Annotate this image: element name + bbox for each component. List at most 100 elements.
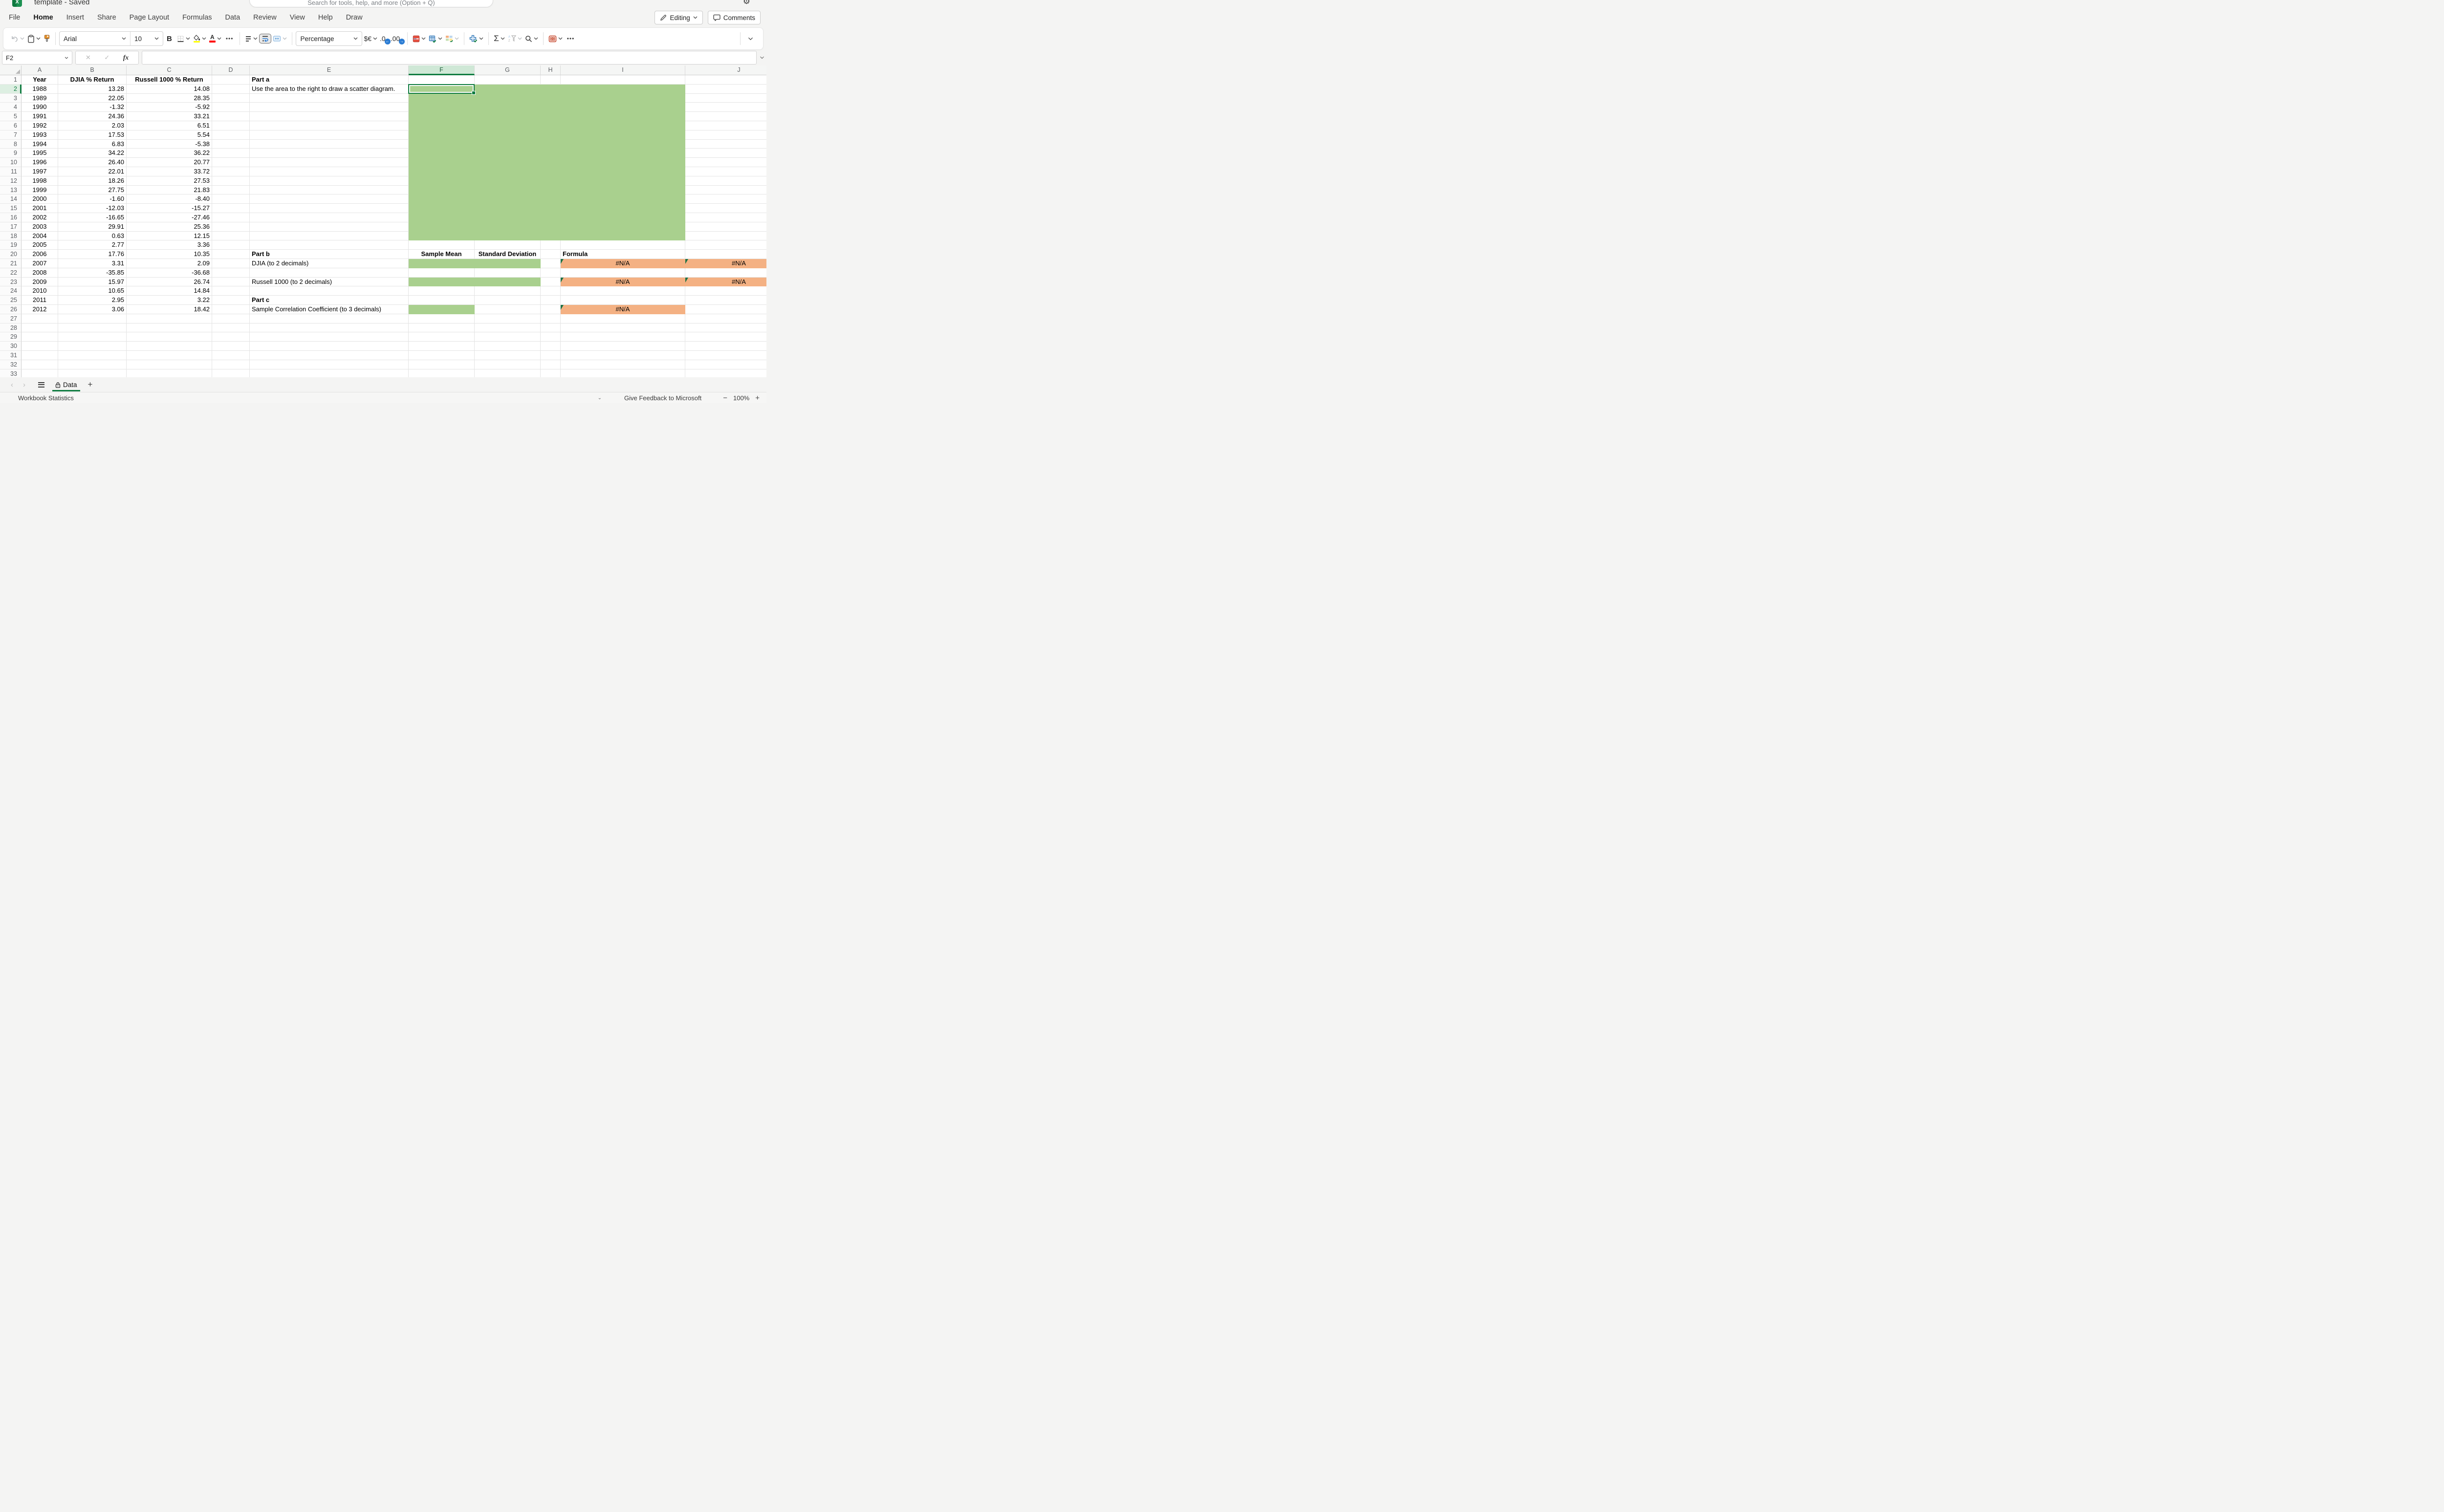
cell-A19[interactable]: 2005 xyxy=(22,240,58,250)
cell-F21[interactable] xyxy=(409,259,475,268)
cell-G7[interactable] xyxy=(475,130,541,140)
cell-J24[interactable] xyxy=(685,286,766,296)
cell-J25[interactable] xyxy=(685,296,766,305)
cell-C4[interactable]: -5.92 xyxy=(127,103,212,112)
find-button[interactable] xyxy=(524,33,540,44)
cell-C2[interactable]: 14.08 xyxy=(127,84,212,94)
cell-F8[interactable] xyxy=(409,139,475,149)
cell-C1[interactable]: Russell 1000 % Return xyxy=(127,75,212,85)
currency-format-button[interactable]: $€ xyxy=(362,33,379,44)
cell-B20[interactable]: 17.76 xyxy=(58,250,127,259)
cell-D10[interactable] xyxy=(212,158,250,167)
cell-B16[interactable]: -16.65 xyxy=(58,213,127,222)
tab-review[interactable]: Review xyxy=(253,14,277,22)
status-chevron-icon[interactable]: ⌄ xyxy=(598,395,602,401)
cell-D20[interactable] xyxy=(212,250,250,259)
cell-A32[interactable] xyxy=(22,360,58,369)
zoom-in-button[interactable]: + xyxy=(755,394,760,402)
cell-E9[interactable] xyxy=(250,149,409,158)
cell-F33[interactable] xyxy=(409,369,475,377)
cell-J14[interactable] xyxy=(685,194,766,204)
zoom-out-button[interactable]: − xyxy=(723,394,727,402)
cell-E21[interactable]: DJIA (to 2 decimals) xyxy=(250,259,409,268)
sheet-tab-data[interactable]: Data xyxy=(51,377,81,392)
cell-I22[interactable] xyxy=(561,268,685,278)
cell-E27[interactable] xyxy=(250,314,409,324)
cell-C32[interactable] xyxy=(127,360,212,369)
cell-H25[interactable] xyxy=(541,296,561,305)
cell-F18[interactable] xyxy=(409,231,475,241)
cell-A10[interactable]: 1996 xyxy=(22,158,58,167)
cell-G20[interactable]: Standard Deviation xyxy=(475,250,541,259)
fill-color-button[interactable] xyxy=(192,33,208,45)
cell-I15[interactable] xyxy=(561,204,685,213)
row-header-20[interactable]: 20 xyxy=(0,250,22,259)
cell-I29[interactable] xyxy=(561,332,685,342)
row-header-13[interactable]: 13 xyxy=(0,185,22,195)
row-header-10[interactable]: 10 xyxy=(0,158,22,167)
cell-A6[interactable]: 1992 xyxy=(22,121,58,130)
cell-C6[interactable]: 6.51 xyxy=(127,121,212,130)
cell-A7[interactable]: 1993 xyxy=(22,130,58,140)
cell-I4[interactable] xyxy=(561,103,685,112)
cell-B30[interactable] xyxy=(58,342,127,351)
cell-D33[interactable] xyxy=(212,369,250,377)
cell-C29[interactable] xyxy=(127,332,212,342)
sort-filter-button[interactable]: AZ xyxy=(506,33,524,44)
cell-I25[interactable] xyxy=(561,296,685,305)
cell-F32[interactable] xyxy=(409,360,475,369)
tab-file[interactable]: File xyxy=(9,14,20,22)
cell-E1[interactable]: Part a xyxy=(250,75,409,85)
prev-sheet-icon[interactable]: ‹ xyxy=(11,381,13,389)
cell-C24[interactable]: 14.84 xyxy=(127,286,212,296)
tab-insert[interactable]: Insert xyxy=(66,14,84,22)
add-sheet-icon[interactable]: + xyxy=(88,380,93,389)
cell-A12[interactable]: 1998 xyxy=(22,176,58,186)
row-header-2[interactable]: 2 xyxy=(0,84,22,94)
cell-A17[interactable]: 2003 xyxy=(22,222,58,232)
row-header-5[interactable]: 5 xyxy=(0,112,22,121)
cell-E8[interactable] xyxy=(250,139,409,149)
cell-J12[interactable] xyxy=(685,176,766,186)
cell-D6[interactable] xyxy=(212,121,250,130)
cell-E16[interactable] xyxy=(250,213,409,222)
cell-H7[interactable] xyxy=(541,130,561,140)
cell-F22[interactable] xyxy=(409,268,475,278)
row-header-9[interactable]: 9 xyxy=(0,149,22,158)
cell-D22[interactable] xyxy=(212,268,250,278)
cell-B22[interactable]: -35.85 xyxy=(58,268,127,278)
cell-E5[interactable] xyxy=(250,112,409,121)
cell-G19[interactable] xyxy=(475,240,541,250)
increase-decimal-button[interactable]: .00 → xyxy=(390,34,405,44)
cell-E3[interactable] xyxy=(250,93,409,103)
cell-I7[interactable] xyxy=(561,130,685,140)
cell-J20[interactable] xyxy=(685,250,766,259)
cell-H26[interactable] xyxy=(541,304,561,314)
merge-cells-button[interactable] xyxy=(271,33,288,44)
cell-I1[interactable] xyxy=(561,75,685,85)
cell-H11[interactable] xyxy=(541,167,561,176)
borders-button[interactable] xyxy=(175,33,192,44)
row-header-29[interactable]: 29 xyxy=(0,332,22,342)
cell-C18[interactable]: 12.15 xyxy=(127,231,212,241)
cell-B4[interactable]: -1.32 xyxy=(58,103,127,112)
cell-styles-button[interactable] xyxy=(444,33,460,44)
cell-I16[interactable] xyxy=(561,213,685,222)
column-header-E[interactable]: E xyxy=(250,65,409,75)
cell-E32[interactable] xyxy=(250,360,409,369)
cell-C11[interactable]: 33.72 xyxy=(127,167,212,176)
cell-G25[interactable] xyxy=(475,296,541,305)
cell-E2[interactable]: Use the area to the right to draw a scat… xyxy=(250,84,409,94)
cell-H21[interactable] xyxy=(541,259,561,268)
cell-A2[interactable]: 1988 xyxy=(22,84,58,94)
cell-D9[interactable] xyxy=(212,149,250,158)
cell-C7[interactable]: 5.54 xyxy=(127,130,212,140)
cell-J4[interactable] xyxy=(685,103,766,112)
row-header-31[interactable]: 31 xyxy=(0,350,22,360)
cell-G24[interactable] xyxy=(475,286,541,296)
cell-G32[interactable] xyxy=(475,360,541,369)
cell-H10[interactable] xyxy=(541,158,561,167)
cell-F17[interactable] xyxy=(409,222,475,232)
row-header-17[interactable]: 17 xyxy=(0,222,22,232)
cell-G4[interactable] xyxy=(475,103,541,112)
